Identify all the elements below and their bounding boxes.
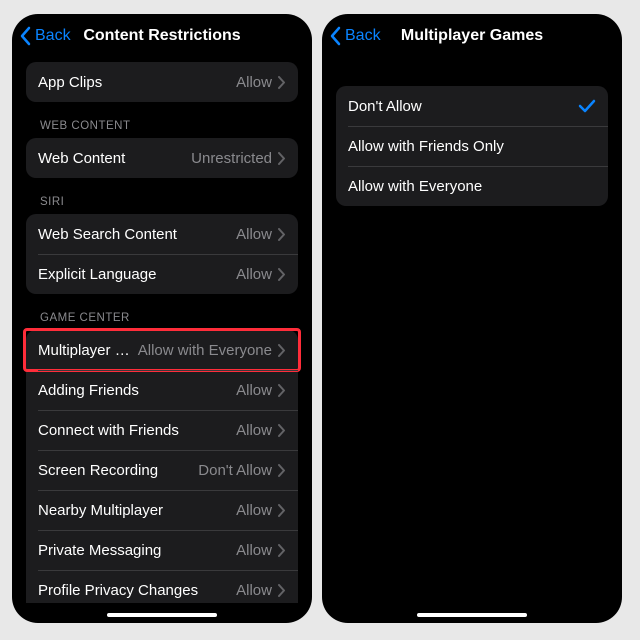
section-header-siri: SIRI xyxy=(12,178,312,214)
back-button[interactable]: Back xyxy=(330,26,381,46)
chevron-right-icon xyxy=(278,584,286,597)
home-indicator[interactable] xyxy=(417,613,527,617)
option-allow-everyone[interactable]: Allow with Everyone xyxy=(336,166,608,206)
chevron-right-icon xyxy=(278,464,286,477)
row-profile-privacy-changes[interactable]: Profile Privacy Changes Allow xyxy=(26,570,298,603)
row-label: Adding Friends xyxy=(38,382,236,399)
row-value: Allow xyxy=(236,266,272,283)
section-header-web-content: WEB CONTENT xyxy=(12,102,312,138)
phone-right: Back Multiplayer Games Don't Allow Allow… xyxy=(322,14,622,623)
row-web-search-content[interactable]: Web Search Content Allow xyxy=(26,214,298,254)
row-web-content[interactable]: Web Content Unrestricted xyxy=(26,138,298,178)
row-value: Don't Allow xyxy=(198,462,272,479)
option-dont-allow[interactable]: Don't Allow xyxy=(336,86,608,126)
settings-group: Web Content Unrestricted xyxy=(26,138,298,178)
row-nearby-multiplayer[interactable]: Nearby Multiplayer Allow xyxy=(26,490,298,530)
back-label: Back xyxy=(345,27,381,45)
options-group: Don't Allow Allow with Friends Only Allo… xyxy=(336,86,608,206)
row-multiplayer-games[interactable]: Multiplayer Games Allow with Everyone xyxy=(26,330,298,370)
back-button[interactable]: Back xyxy=(20,26,71,46)
chevron-right-icon xyxy=(278,344,286,357)
row-explicit-language[interactable]: Explicit Language Allow xyxy=(26,254,298,294)
row-value: Allow xyxy=(236,226,272,243)
phone-left: Back Content Restrictions App Clips Allo… xyxy=(12,14,312,623)
back-label: Back xyxy=(35,27,71,45)
chevron-left-icon xyxy=(330,26,342,46)
chevron-right-icon xyxy=(278,384,286,397)
chevron-right-icon xyxy=(278,424,286,437)
chevron-right-icon xyxy=(278,76,286,89)
row-label: Multiplayer Games xyxy=(38,342,138,359)
navbar: Back Multiplayer Games xyxy=(322,14,622,58)
chevron-right-icon xyxy=(278,228,286,241)
row-value: Allow xyxy=(236,502,272,519)
chevron-right-icon xyxy=(278,268,286,281)
row-value: Allow xyxy=(236,382,272,399)
row-value: Allow xyxy=(236,74,272,91)
settings-group: Web Search Content Allow Explicit Langua… xyxy=(26,214,298,294)
checkmark-icon xyxy=(578,99,596,113)
row-value: Unrestricted xyxy=(191,150,272,167)
row-value: Allow with Everyone xyxy=(138,342,272,359)
content-scroll[interactable]: App Clips Allow WEB CONTENT Web Content … xyxy=(12,58,312,603)
row-screen-recording[interactable]: Screen Recording Don't Allow xyxy=(26,450,298,490)
row-connect-with-friends[interactable]: Connect with Friends Allow xyxy=(26,410,298,450)
chevron-right-icon xyxy=(278,504,286,517)
home-indicator[interactable] xyxy=(107,613,217,617)
settings-group: Multiplayer Games Allow with Everyone Ad… xyxy=(26,330,298,603)
row-label: Web Content xyxy=(38,150,191,167)
row-label: Private Messaging xyxy=(38,542,236,559)
chevron-right-icon xyxy=(278,152,286,165)
settings-group: App Clips Allow xyxy=(26,62,298,102)
row-label: Nearby Multiplayer xyxy=(38,502,236,519)
navbar: Back Content Restrictions xyxy=(12,14,312,58)
row-app-clips[interactable]: App Clips Allow xyxy=(26,62,298,102)
row-label: Profile Privacy Changes xyxy=(38,582,236,599)
row-value: Allow xyxy=(236,422,272,439)
row-label: Explicit Language xyxy=(38,266,236,283)
row-adding-friends[interactable]: Adding Friends Allow xyxy=(26,370,298,410)
row-label: App Clips xyxy=(38,74,236,91)
section-header-game-center: GAME CENTER xyxy=(12,294,312,330)
option-allow-friends-only[interactable]: Allow with Friends Only xyxy=(336,126,608,166)
content-scroll[interactable]: Don't Allow Allow with Friends Only Allo… xyxy=(322,58,622,603)
row-label: Web Search Content xyxy=(38,226,236,243)
row-private-messaging[interactable]: Private Messaging Allow xyxy=(26,530,298,570)
row-label: Connect with Friends xyxy=(38,422,236,439)
row-label: Allow with Friends Only xyxy=(348,138,596,155)
chevron-right-icon xyxy=(278,544,286,557)
row-label: Screen Recording xyxy=(38,462,198,479)
row-value: Allow xyxy=(236,582,272,599)
row-label: Don't Allow xyxy=(348,98,578,115)
row-value: Allow xyxy=(236,542,272,559)
row-label: Allow with Everyone xyxy=(348,178,596,195)
chevron-left-icon xyxy=(20,26,32,46)
